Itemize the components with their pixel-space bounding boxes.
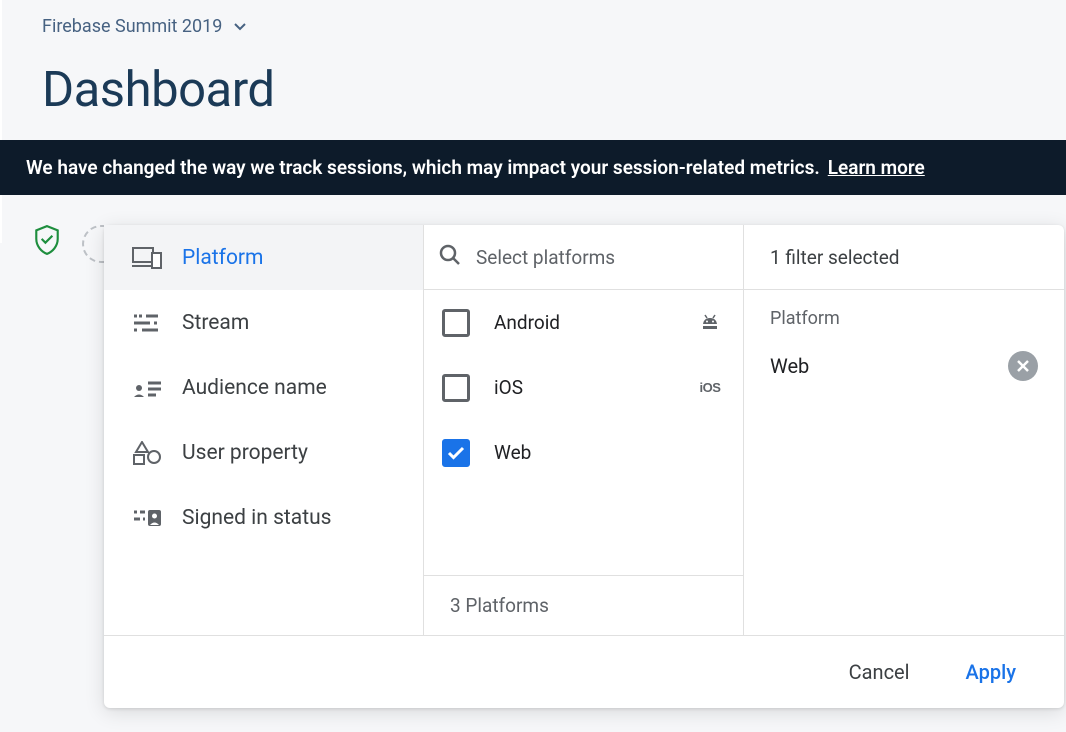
option-ios[interactable]: iOS iOS	[424, 355, 743, 420]
chevron-down-icon	[234, 20, 246, 34]
stream-icon	[132, 313, 162, 333]
page-title: Dashboard	[42, 61, 1026, 118]
option-web[interactable]: Web	[424, 420, 743, 485]
category-label: Audience name	[182, 376, 327, 400]
options-count: 3 Platforms	[424, 575, 743, 635]
category-label: User property	[182, 441, 308, 465]
shield-icon	[34, 225, 60, 251]
selected-filters-header: 1 filter selected	[744, 225, 1064, 290]
android-icon	[695, 313, 725, 333]
category-label: Stream	[182, 311, 249, 335]
user-property-icon	[132, 441, 162, 465]
checkbox-unchecked-icon	[442, 309, 470, 337]
checkbox-checked-icon	[442, 439, 470, 467]
ios-icon: iOS	[695, 380, 725, 395]
selected-filter-web: Web	[770, 351, 1038, 381]
audience-icon	[132, 378, 162, 398]
category-label: Signed in status	[182, 506, 331, 530]
option-label: iOS	[494, 376, 523, 399]
checkbox-unchecked-icon	[442, 374, 470, 402]
filter-panel: Platform Stream Audience name	[104, 225, 1064, 708]
remove-filter-button[interactable]	[1008, 351, 1038, 381]
selected-filter-label: Web	[770, 354, 809, 378]
selected-group-label: Platform	[770, 308, 1038, 329]
category-label: Platform	[182, 246, 263, 270]
close-icon	[1016, 354, 1030, 378]
category-user-property[interactable]: User property	[104, 420, 423, 485]
banner-text: We have changed the way we track session…	[26, 156, 820, 179]
option-label: Web	[494, 441, 531, 464]
apply-button[interactable]: Apply	[966, 660, 1016, 684]
category-signed-in[interactable]: Signed in status	[104, 485, 423, 550]
category-platform[interactable]: Platform	[104, 225, 423, 290]
project-name: Firebase Summit 2019	[42, 16, 222, 37]
search-icon	[438, 243, 462, 272]
search-platforms[interactable]: Select platforms	[424, 225, 743, 290]
category-stream[interactable]: Stream	[104, 290, 423, 355]
category-audience[interactable]: Audience name	[104, 355, 423, 420]
info-banner: We have changed the way we track session…	[0, 140, 1066, 195]
signed-in-icon	[132, 509, 162, 527]
cancel-button[interactable]: Cancel	[849, 660, 910, 684]
devices-icon	[132, 247, 162, 269]
option-label: Android	[494, 311, 560, 334]
learn-more-link[interactable]: Learn more	[828, 156, 925, 179]
filter-categories: Platform Stream Audience name	[104, 225, 424, 635]
project-selector[interactable]: Firebase Summit 2019	[42, 12, 246, 41]
option-android[interactable]: Android	[424, 290, 743, 355]
search-placeholder: Select platforms	[476, 246, 615, 269]
